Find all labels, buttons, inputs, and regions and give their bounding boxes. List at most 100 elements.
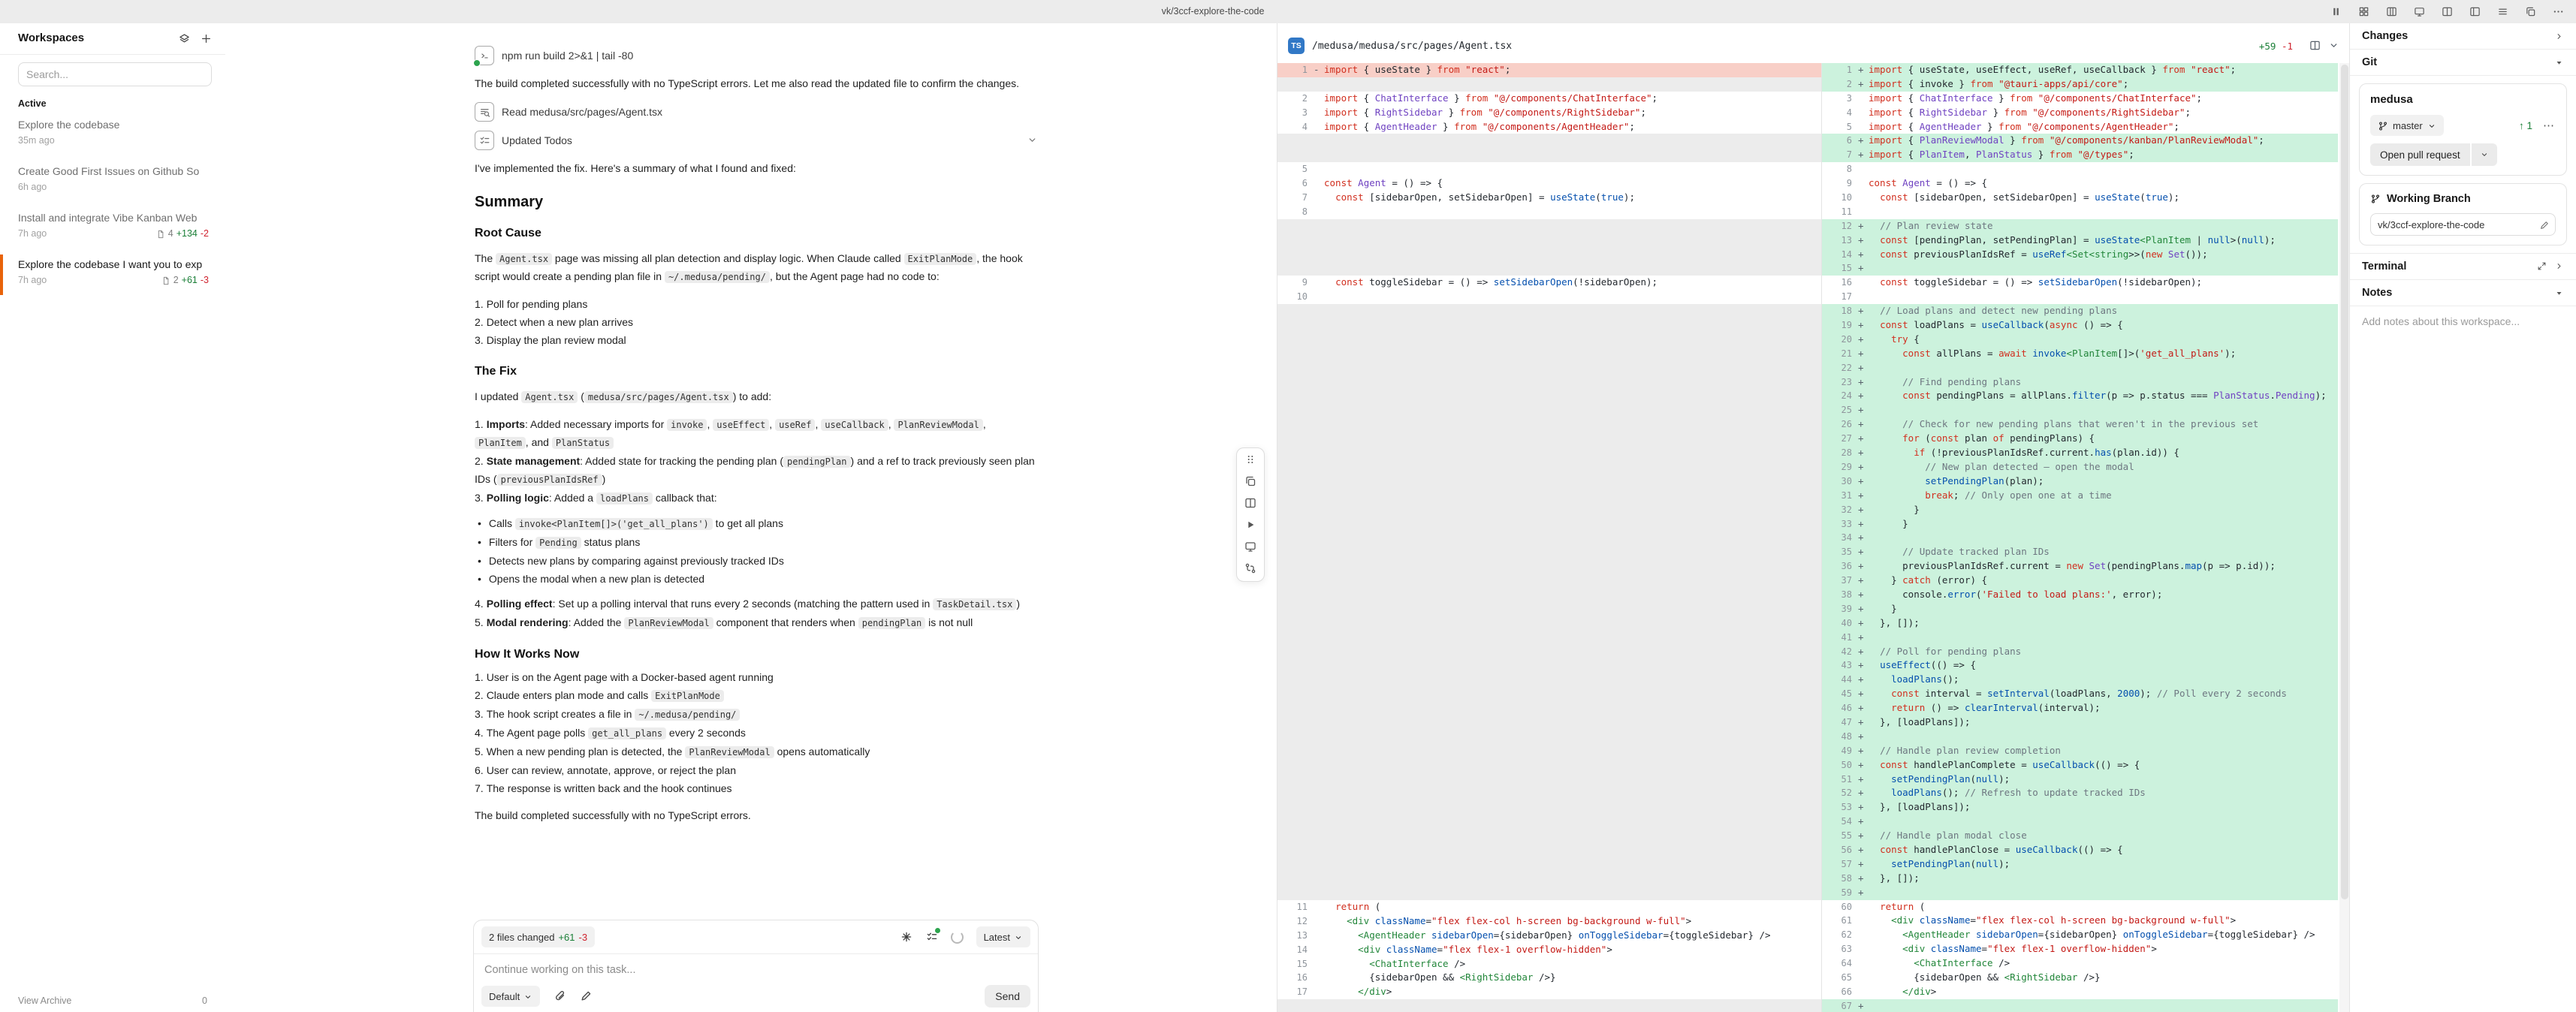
line-number: 46 xyxy=(1822,701,1858,715)
diff-row: 20+ try { xyxy=(1822,333,2338,347)
workspace-title: Install and integrate Vibe Kanban Web xyxy=(18,212,209,224)
plus-icon[interactable] xyxy=(201,32,212,46)
latest-label: Latest xyxy=(984,932,1010,943)
monitor-icon[interactable] xyxy=(2413,6,2425,18)
diff-row: 17 xyxy=(1822,290,2338,304)
line-number: 42 xyxy=(1822,645,1858,659)
changes-section-header[interactable]: Changes xyxy=(2350,23,2576,50)
list-item: 3.The hook script creates a file in ~/.m… xyxy=(475,706,1039,724)
workspaces-header: Workspaces xyxy=(0,23,225,55)
window-title: vk/3ccf-explore-the-code xyxy=(1112,0,1314,23)
panel-left-icon[interactable] xyxy=(2469,6,2481,18)
deletions-count: -3 xyxy=(201,275,209,285)
todos-icon[interactable] xyxy=(925,930,939,944)
view-archive-link[interactable]: View Archive xyxy=(18,995,71,1006)
list-item: 3.Display the plan review modal xyxy=(475,332,1039,349)
diff-row: 44+ loadPlans(); xyxy=(1822,673,2338,687)
notes-section-header[interactable]: Notes xyxy=(2350,280,2576,306)
open-pull-request-button[interactable]: Open pull request xyxy=(2370,143,2470,166)
inline-code: loadPlans xyxy=(596,492,653,504)
line-number: 10 xyxy=(1277,290,1314,304)
diff-row: 43+ useEffect(() => { xyxy=(1822,658,2338,673)
tool-call-row[interactable]: Updated Todos xyxy=(475,131,1039,150)
diff-row: 9 const Agent = () => { xyxy=(1822,176,2338,191)
terminal-label: Terminal xyxy=(2362,261,2406,273)
list-item: •Calls invoke<PlanItem[]>('get_all_plans… xyxy=(475,515,1039,533)
tool-call-row[interactable]: Read medusa/src/pages/Agent.tsx xyxy=(475,102,1039,122)
additions-count: +134 xyxy=(176,228,198,239)
pr-options-button[interactable] xyxy=(2472,143,2497,166)
message-input[interactable] xyxy=(477,959,1018,980)
workspace-item[interactable]: Install and integrate Vibe Kanban Web7h … xyxy=(0,205,225,251)
assistant-paragraph: The Agent.tsx page was missing all plan … xyxy=(475,250,1039,286)
play-icon[interactable] xyxy=(1244,519,1256,531)
inline-code: invoke xyxy=(667,419,707,431)
diff-row: 11 return ( xyxy=(1277,900,1821,914)
diff-row: 18+ // Load plans and detect new pending… xyxy=(1822,304,2338,318)
inline-code: pendingPlan xyxy=(783,456,850,468)
layers-icon[interactable] xyxy=(179,32,190,46)
diff-row: 66 </div> xyxy=(1822,985,2338,999)
inline-code: previousPlanIdsRef xyxy=(497,474,602,486)
pen-icon[interactable] xyxy=(580,989,593,1003)
heading-root-cause: Root Cause xyxy=(475,227,1039,240)
columns-icon[interactable] xyxy=(1244,497,1256,509)
copy-icon[interactable] xyxy=(1244,475,1256,487)
send-button[interactable]: Send xyxy=(985,985,1030,1007)
attach-icon[interactable] xyxy=(554,989,566,1003)
latest-dropdown[interactable]: Latest xyxy=(976,926,1030,947)
pause-icon[interactable] xyxy=(2330,6,2342,18)
diff-row: 36+ previousPlanIdsRef.current = new Set… xyxy=(1822,559,2338,574)
list-icon[interactable] xyxy=(2496,6,2508,18)
diff-body: 1-import { useState } from "react";2 imp… xyxy=(1277,63,2338,1012)
workspace-item[interactable]: Explore the codebase35m ago xyxy=(0,112,225,158)
git-compare-icon[interactable] xyxy=(1244,562,1256,574)
more-icon[interactable]: ⋯ xyxy=(2543,119,2556,132)
model-dropdown[interactable]: Default xyxy=(481,986,540,1007)
diff-row: 45+ const interval = setInterval(loadPla… xyxy=(1822,687,2338,701)
grip-icon[interactable] xyxy=(1244,453,1256,465)
kanban-icon[interactable] xyxy=(2385,6,2397,18)
search-input[interactable] xyxy=(18,62,212,86)
caret-down-icon xyxy=(2554,58,2564,68)
pencil-icon[interactable] xyxy=(2539,218,2550,232)
branch-selector[interactable]: master xyxy=(2370,115,2444,136)
copy-icon[interactable] xyxy=(2524,6,2536,18)
more-icon[interactable] xyxy=(2552,6,2564,18)
columns-icon[interactable] xyxy=(2441,6,2453,18)
split-view-icon[interactable] xyxy=(2309,39,2321,53)
terminal-section-header[interactable]: Terminal xyxy=(2350,253,2576,280)
expand-icon[interactable] xyxy=(2537,260,2547,273)
line-number: 67 xyxy=(1822,999,1858,1012)
workspace-item[interactable]: Create Good First Issues on Github So6h … xyxy=(0,158,225,205)
line-number: 62 xyxy=(1822,928,1858,942)
workspace-item[interactable]: Explore the codebase I want you to exp7h… xyxy=(0,251,225,298)
notes-input[interactable]: Add notes about this workspace... xyxy=(2350,306,2576,336)
files-changed-button[interactable]: 2 files changed +61 -3 xyxy=(481,926,595,947)
git-section-header[interactable]: Git xyxy=(2350,50,2576,76)
line-number: 31 xyxy=(1822,489,1858,503)
line-number: 30 xyxy=(1822,474,1858,489)
ordered-list: 1.Imports: Added necessary imports for i… xyxy=(475,416,1039,508)
chevron-down-icon[interactable] xyxy=(1027,134,1038,147)
chevron-down-icon[interactable] xyxy=(2328,39,2339,53)
tool-call-row[interactable]: npm run build 2>&1 | tail -80 xyxy=(475,46,1039,65)
diff-scrollbar[interactable] xyxy=(2339,63,2350,1012)
line-number: 59 xyxy=(1822,886,1858,900)
sidebar-footer: View Archive 0 xyxy=(0,989,225,1012)
line-number: 49 xyxy=(1822,744,1858,758)
list-item: 5.Modal rendering: Added the PlanReviewM… xyxy=(475,614,1039,632)
inline-code: PlanReviewModal xyxy=(685,746,774,758)
line-number: 11 xyxy=(1277,900,1314,914)
diff-row: 24+ const pendingPlans = allPlans.filter… xyxy=(1822,389,2338,403)
grid-icon[interactable] xyxy=(2357,6,2369,18)
line-number: 38 xyxy=(1822,588,1858,602)
line-number: 60 xyxy=(1822,900,1858,914)
commits-ahead: ↑ 1 xyxy=(2519,120,2532,131)
ordered-list: 1.Poll for pending plans2.Detect when a … xyxy=(475,296,1039,349)
spark-icon[interactable] xyxy=(900,930,913,944)
monitor-icon[interactable] xyxy=(1244,541,1256,553)
diff-row: 56+ const handlePlanClose = useCallback(… xyxy=(1822,843,2338,857)
working-branch-input[interactable] xyxy=(2370,213,2556,236)
diff-row: 62 <AgentHeader sidebarOpen={sidebarOpen… xyxy=(1822,928,2338,942)
